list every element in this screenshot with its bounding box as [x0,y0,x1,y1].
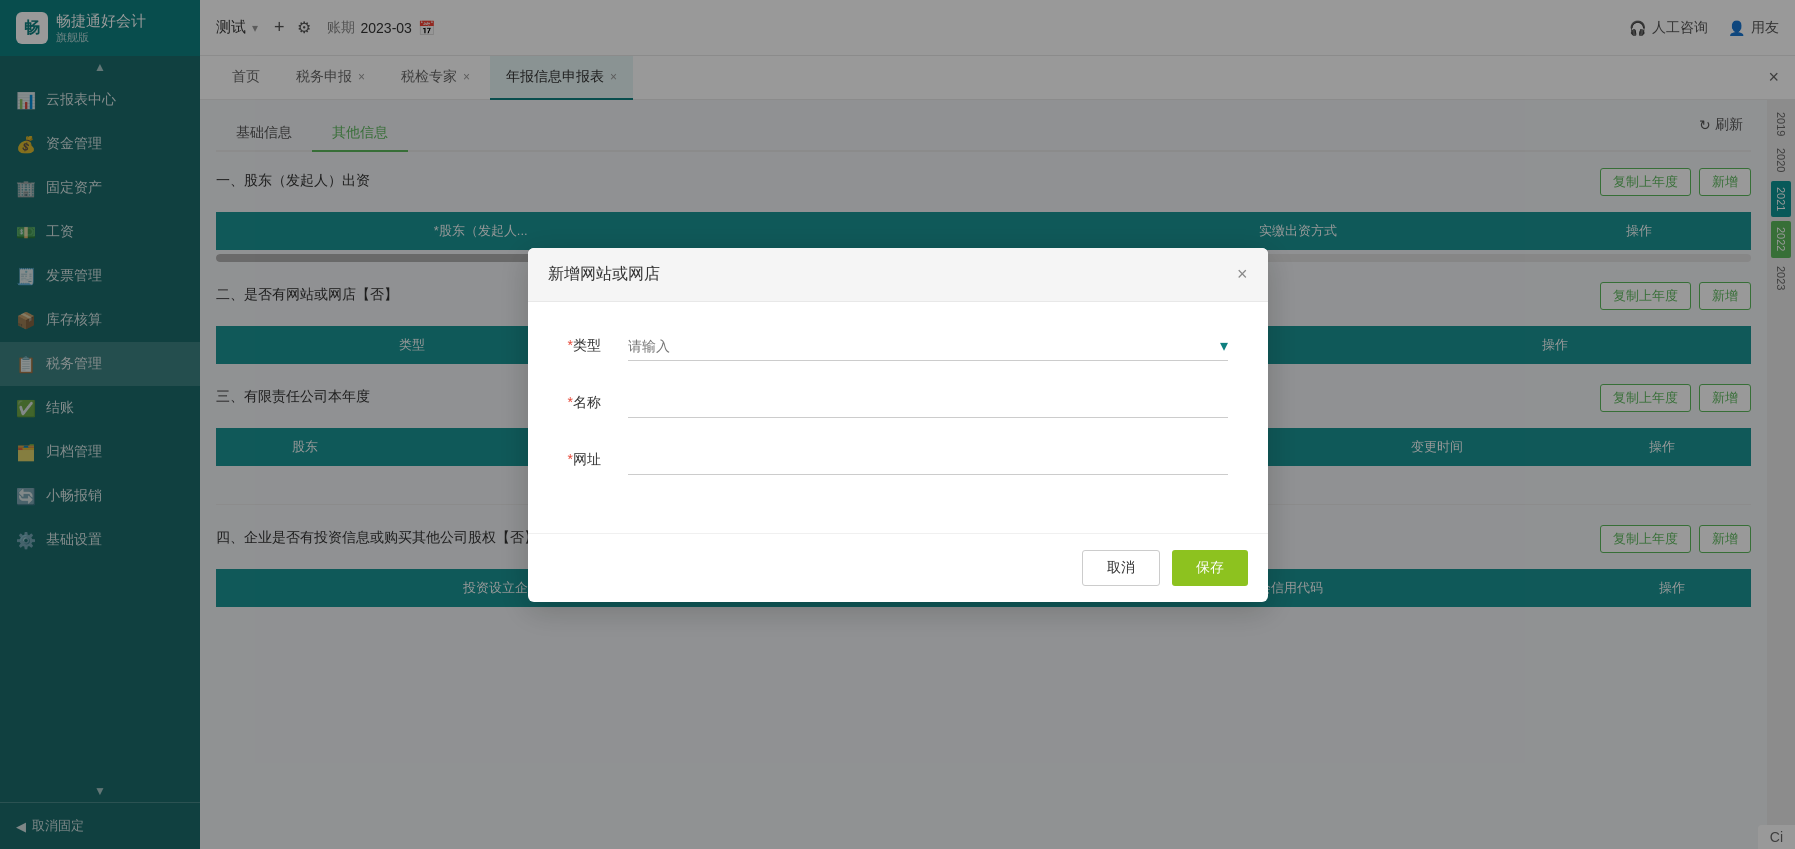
url-input[interactable] [628,446,1228,475]
form-row-name: *名称 [568,389,1228,418]
name-input-wrap [628,389,1228,418]
form-label-type: *类型 [568,337,628,355]
modal-footer: 取消 保存 [528,533,1268,602]
name-label-text: 名称 [573,394,601,410]
cancel-button[interactable]: 取消 [1082,550,1160,586]
type-select-wrap: ▾ [628,332,1228,361]
modal-body: *类型 ▾ *名称 *网址 [528,302,1268,533]
modal-title: 新增网站或网店 [548,264,660,285]
type-label-text: 类型 [573,337,601,353]
form-label-name: *名称 [568,394,628,412]
url-label-text: 网址 [573,451,601,467]
save-button[interactable]: 保存 [1172,550,1248,586]
form-row-type: *类型 ▾ [568,332,1228,361]
modal-close-button[interactable]: × [1237,265,1248,283]
form-row-url: *网址 [568,446,1228,475]
url-input-wrap [628,446,1228,475]
form-label-url: *网址 [568,451,628,469]
type-input[interactable] [628,332,1220,360]
type-dropdown-arrow[interactable]: ▾ [1220,336,1228,355]
modal-overlay[interactable]: 新增网站或网店 × *类型 ▾ *名称 [0,0,1795,849]
name-input[interactable] [628,389,1228,418]
modal-header: 新增网站或网店 × [528,248,1268,302]
modal-add-website: 新增网站或网店 × *类型 ▾ *名称 [528,248,1268,602]
